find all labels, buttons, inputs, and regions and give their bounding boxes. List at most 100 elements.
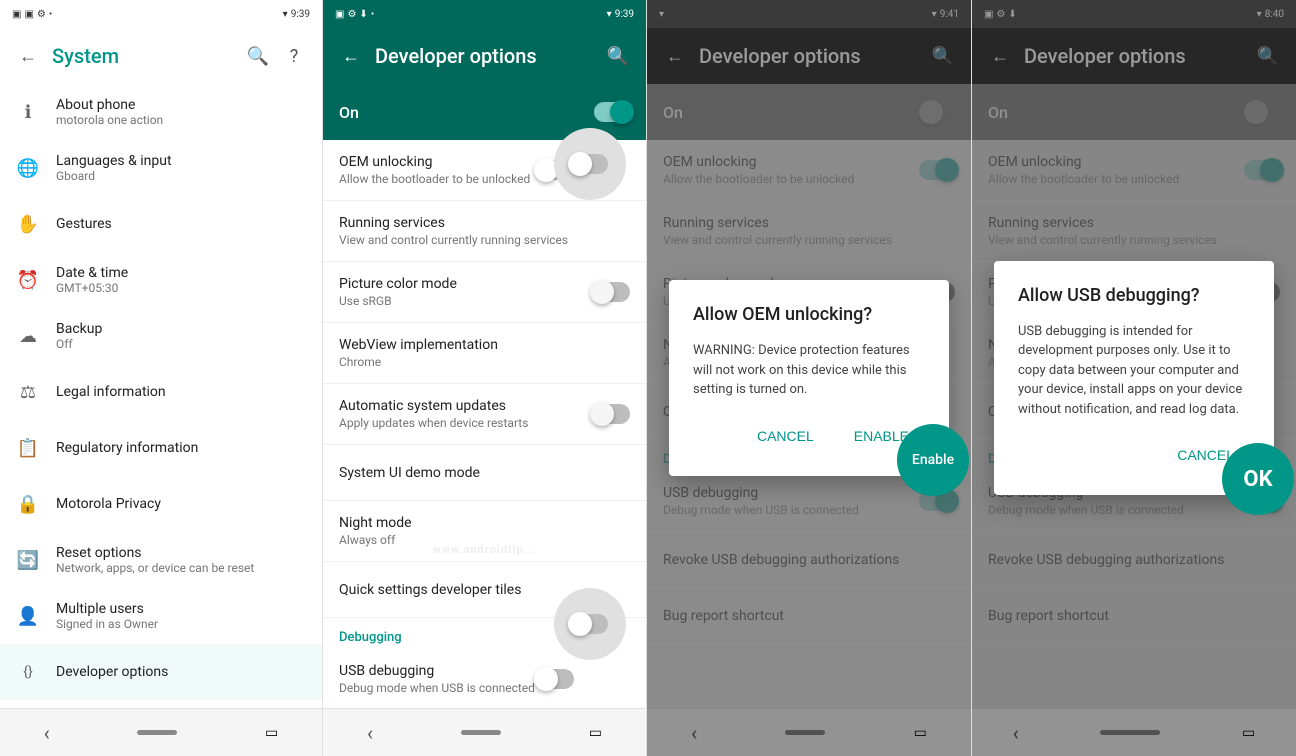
- users-icon: 👤: [16, 604, 40, 628]
- panel-oem-dialog: ▾ ▾ 9:41 ← Developer options 🔍 On OEM un…: [647, 0, 972, 756]
- recents-nav-btn-2[interactable]: ▭: [589, 725, 602, 741]
- demo-mode-item[interactable]: System UI demo mode: [323, 445, 646, 501]
- system-settings-list: ℹ About phone motorola one action 🌐 Lang…: [0, 84, 322, 708]
- ok-circle-label: OK: [1243, 467, 1272, 492]
- sidebar-item-developer[interactable]: {} Developer options: [0, 644, 322, 700]
- picture-color-title: Picture color mode: [339, 276, 594, 292]
- ok-circle-button[interactable]: OK: [1222, 443, 1294, 515]
- usb-debug-toggle[interactable]: [538, 669, 574, 689]
- sidebar-item-legal[interactable]: ⚖ Legal information: [0, 364, 322, 420]
- night-mode-item[interactable]: Night mode Always off: [323, 501, 646, 562]
- usb-toggle-large-circle[interactable]: [554, 588, 626, 660]
- sidebar-item-languages[interactable]: 🌐 Languages & input Gboard: [0, 140, 322, 196]
- users-text: Multiple users Signed in as Owner: [56, 601, 158, 631]
- oem-cancel-button[interactable]: Cancel: [741, 420, 830, 452]
- motorola-privacy-label: Motorola Privacy: [56, 496, 161, 512]
- back-nav-btn-1[interactable]: ‹: [44, 721, 50, 745]
- night-mode-text: Night mode Always off: [339, 515, 630, 547]
- reset-label: Reset options: [56, 545, 254, 561]
- panel-usb-dialog: ▣ ⚙ ⬇ ▾ 8:40 ← Developer options 🔍 On OE…: [972, 0, 1296, 756]
- notification-icon-5: ▣: [335, 9, 344, 20]
- status-icons-right-1: ▾ 9:39: [283, 9, 310, 20]
- running-services-sub: View and control currently running servi…: [339, 233, 630, 247]
- sidebar-item-gestures[interactable]: ✋ Gestures: [0, 196, 322, 252]
- oem-dialog-body: WARNING: Device protection features will…: [693, 341, 925, 400]
- usb-toggle-large-thumb: [568, 612, 592, 636]
- sidebar-item-motorola-privacy[interactable]: 🔒 Motorola Privacy: [0, 476, 322, 532]
- running-services-title: Running services: [339, 215, 630, 231]
- sidebar-item-datetime[interactable]: ⏰ Date & time GMT+05:30: [0, 252, 322, 308]
- about-sub: motorola one action: [56, 113, 163, 127]
- search-icon-2[interactable]: 🔍: [606, 44, 630, 68]
- gestures-icon: ✋: [16, 212, 40, 236]
- dev-options-toggle[interactable]: [594, 102, 630, 122]
- languages-label: Languages & input: [56, 153, 172, 169]
- users-sub: Signed in as Owner: [56, 617, 158, 631]
- search-icon-1[interactable]: 🔍: [246, 44, 270, 68]
- regulatory-label: Regulatory information: [56, 440, 198, 456]
- notification-icon-8: •: [371, 9, 374, 20]
- about-icon: ℹ: [16, 100, 40, 124]
- auto-updates-toggle[interactable]: [594, 404, 630, 424]
- auto-updates-title: Automatic system updates: [339, 398, 594, 414]
- usb-dialog-overlay: Allow USB debugging? USB debugging is in…: [972, 0, 1296, 756]
- sidebar-item-regulatory[interactable]: 📋 Regulatory information: [0, 420, 322, 476]
- usb-debugging-sub: Debug mode when USB is connected: [339, 681, 538, 695]
- datetime-label: Date & time: [56, 265, 128, 281]
- sidebar-item-reset[interactable]: 🔄 Reset options Network, apps, or device…: [0, 532, 322, 588]
- about-label: About phone: [56, 97, 163, 113]
- status-icons-left-2: ▣ ⚙ ⬇ •: [335, 9, 374, 20]
- wifi-icon-1: ▾: [283, 9, 288, 20]
- webview-sub: Chrome: [339, 355, 630, 369]
- usb-toggle-large[interactable]: [572, 614, 608, 634]
- panel-system-settings: ▣ ▣ ⚙ • ▾ 9:39 ← System 🔍 ? ℹ About phon…: [0, 0, 323, 756]
- oem-unlocking-text: OEM unlocking Allow the bootloader to be…: [339, 154, 538, 186]
- status-icons-right-2: ▾ 9:39: [607, 9, 634, 20]
- webview-text: WebView implementation Chrome: [339, 337, 630, 369]
- oem-toggle-large-thumb: [568, 152, 592, 176]
- oem-dialog-actions: Cancel Enable: [693, 420, 925, 452]
- home-indicator-1[interactable]: [137, 730, 177, 735]
- recents-nav-btn-1[interactable]: ▭: [265, 725, 278, 741]
- back-icon-1[interactable]: ←: [16, 44, 40, 68]
- home-indicator-2[interactable]: [461, 730, 501, 735]
- reset-icon: 🔄: [16, 548, 40, 572]
- languages-sub: Gboard: [56, 169, 172, 183]
- auto-updates-item[interactable]: Automatic system updates Apply updates w…: [323, 384, 646, 445]
- time-2: 9:39: [615, 9, 634, 20]
- oem-toggle-large-circle[interactable]: [554, 128, 626, 200]
- backup-icon: ☁: [16, 324, 40, 348]
- usb-dialog-actions: Cancel: [1018, 439, 1250, 471]
- sidebar-item-users[interactable]: 👤 Multiple users Signed in as Owner: [0, 588, 322, 644]
- oem-dialog: Allow OEM unlocking? WARNING: Device pro…: [669, 280, 949, 476]
- backup-text: Backup Off: [56, 321, 102, 351]
- gestures-text: Gestures: [56, 216, 112, 232]
- back-icon-2[interactable]: ←: [339, 44, 363, 68]
- motorola-privacy-icon: 🔒: [16, 492, 40, 516]
- picture-color-item[interactable]: Picture color mode Use sRGB: [323, 262, 646, 323]
- reset-text: Reset options Network, apps, or device c…: [56, 545, 254, 575]
- oem-toggle-large[interactable]: [572, 154, 608, 174]
- oem-unlocking-sub: Allow the bootloader to be unlocked: [339, 172, 538, 186]
- picture-color-sub: Use sRGB: [339, 294, 594, 308]
- usb-dialog-title: Allow USB debugging?: [1018, 285, 1250, 306]
- motorola-privacy-text: Motorola Privacy: [56, 496, 161, 512]
- datetime-icon: ⏰: [16, 268, 40, 292]
- sidebar-item-backup[interactable]: ☁ Backup Off: [0, 308, 322, 364]
- oem-dialog-wrapper: Allow OEM unlocking? WARNING: Device pro…: [669, 280, 949, 476]
- languages-text: Languages & input Gboard: [56, 153, 172, 183]
- oem-enable-button[interactable]: Enable: [838, 420, 925, 452]
- webview-item[interactable]: WebView implementation Chrome: [323, 323, 646, 384]
- status-bar-1: ▣ ▣ ⚙ • ▾ 9:39: [0, 0, 322, 28]
- notification-icon-2: ▣: [24, 9, 33, 20]
- usb-debugging-title: USB debugging: [339, 663, 538, 679]
- sidebar-item-about[interactable]: ℹ About phone motorola one action: [0, 84, 322, 140]
- picture-color-toggle[interactable]: [594, 282, 630, 302]
- back-nav-btn-2[interactable]: ‹: [367, 721, 373, 745]
- usb-debugging-text: USB debugging Debug mode when USB is con…: [339, 663, 538, 695]
- running-services-item[interactable]: Running services View and control curren…: [323, 201, 646, 262]
- notification-icon-6: ⚙: [347, 9, 356, 20]
- sidebar-item-system-updates[interactable]: 📱 System updates Updated to Android 9: [0, 700, 322, 708]
- help-icon-1[interactable]: ?: [282, 44, 306, 68]
- picture-color-text: Picture color mode Use sRGB: [339, 276, 594, 308]
